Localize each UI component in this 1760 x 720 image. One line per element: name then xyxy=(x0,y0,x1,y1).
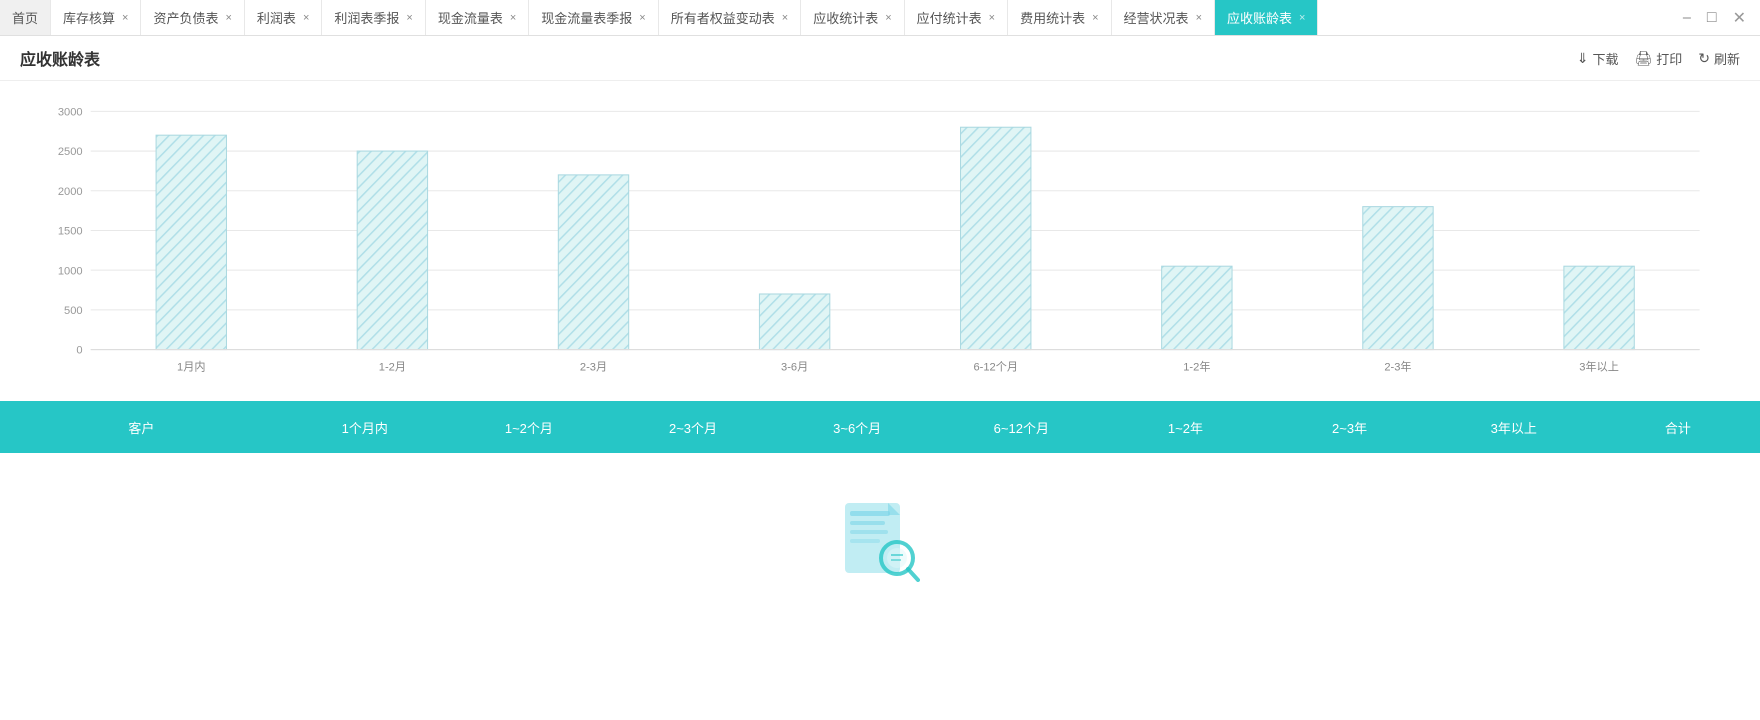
tab-label-expense-stats: 费用统计表 xyxy=(1020,8,1085,27)
refresh-icon: ↻ xyxy=(1698,50,1710,67)
tab-equity[interactable]: 所有者权益变动表 × xyxy=(659,0,801,36)
svg-text:3000: 3000 xyxy=(58,106,83,118)
tab-ar-aging[interactable]: 应收账龄表 × xyxy=(1215,0,1318,36)
page-header: 应收账龄表 ⇓ 下载 🖨 打印 ↻ 刷新 xyxy=(0,36,1760,81)
tab-close-balance[interactable]: × xyxy=(225,12,231,24)
tab-label-inventory: 库存核算 xyxy=(63,8,115,27)
svg-text:500: 500 xyxy=(64,305,83,317)
bar-chart: 0 500 1000 1500 2000 2500 3000 1月内 1-2月 2-3月 3-6月 6… xyxy=(30,101,1730,391)
download-button[interactable]: ⇓ 下载 xyxy=(1577,49,1619,68)
table-body xyxy=(0,453,1760,720)
tab-label-operations: 经营状况表 xyxy=(1124,8,1189,27)
svg-text:6-12个月: 6-12个月 xyxy=(973,360,1018,373)
tab-close-equity[interactable]: × xyxy=(782,12,788,24)
tab-close-profit[interactable]: × xyxy=(303,12,309,24)
tab-home[interactable]: 首页 xyxy=(0,0,51,36)
tab-label-equity: 所有者权益变动表 xyxy=(671,8,775,27)
download-icon: ⇓ xyxy=(1577,50,1589,67)
tab-profit[interactable]: 利润表 × xyxy=(245,0,322,36)
svg-text:1500: 1500 xyxy=(58,226,83,238)
svg-text:3-6月: 3-6月 xyxy=(781,361,808,373)
svg-text:0: 0 xyxy=(76,345,82,357)
tab-payable-stats[interactable]: 应付统计表 × xyxy=(905,0,1008,36)
tab-label-profit: 利润表 xyxy=(257,8,296,27)
tab-label-ar-aging: 应收账龄表 xyxy=(1227,8,1292,27)
tab-bar-actions: ⎯ □ ✕ xyxy=(1669,6,1760,30)
svg-text:1000: 1000 xyxy=(58,265,83,277)
chart-container: 0 500 1000 1500 2000 2500 3000 1月内 1-2月 2-3月 3-6月 6… xyxy=(30,101,1730,391)
table-col-header-0: 客户 xyxy=(0,418,283,437)
svg-text:2-3年: 2-3年 xyxy=(1384,359,1411,373)
table-header: 客户1个月内1~2个月2~3个月3~6个月6~12个月1~2年2~3年3年以上合… xyxy=(0,401,1760,453)
table-col-header-3: 2~3个月 xyxy=(611,418,775,437)
tab-close-payable-stats[interactable]: × xyxy=(989,12,995,24)
table-col-header-8: 3年以上 xyxy=(1432,418,1596,437)
tab-profit-quarterly[interactable]: 利润表季报 × xyxy=(322,0,425,36)
svg-text:3年以上: 3年以上 xyxy=(1579,359,1619,373)
svg-text:2500: 2500 xyxy=(58,146,83,158)
tab-label-cashflow-quarterly: 现金流量表季报 xyxy=(541,8,632,27)
tab-close-cashflow-quarterly[interactable]: × xyxy=(639,12,645,24)
tab-cashflow[interactable]: 现金流量表 × xyxy=(426,0,529,36)
page-wrapper: 应收账龄表 ⇓ 下载 🖨 打印 ↻ 刷新 0 500 1000 1500 2000 250… xyxy=(0,36,1760,720)
refresh-button[interactable]: ↻ 刷新 xyxy=(1698,49,1740,68)
window-minimize-button[interactable]: ⎯ xyxy=(1679,7,1695,29)
page-title: 应收账龄表 xyxy=(20,46,100,70)
table-col-header-9: 合计 xyxy=(1596,418,1760,437)
window-maximize-button[interactable]: □ xyxy=(1703,7,1721,29)
tab-operations[interactable]: 经营状况表 × xyxy=(1112,0,1215,36)
window-close-button[interactable]: ✕ xyxy=(1729,6,1750,30)
svg-text:1-2年: 1-2年 xyxy=(1183,359,1210,373)
print-button[interactable]: 🖨 打印 xyxy=(1634,49,1682,68)
chart-area: 0 500 1000 1500 2000 2500 3000 1月内 1-2月 2-3月 3-6月 6… xyxy=(0,81,1760,401)
tab-close-cashflow[interactable]: × xyxy=(510,12,516,24)
svg-text:1-2月: 1-2月 xyxy=(379,361,406,373)
svg-text:2000: 2000 xyxy=(58,186,83,198)
tab-balance[interactable]: 资产负债表 × xyxy=(141,0,244,36)
table-col-header-7: 2~3年 xyxy=(1268,418,1432,437)
tab-receivable-stats[interactable]: 应收统计表 × xyxy=(801,0,904,36)
tab-close-operations[interactable]: × xyxy=(1196,12,1202,24)
empty-illustration-icon xyxy=(825,493,935,593)
tab-bar: 首页库存核算×资产负债表×利润表×利润表季报×现金流量表×现金流量表季报×所有者… xyxy=(0,0,1760,36)
table-col-header-1: 1个月内 xyxy=(283,418,447,437)
table-col-header-5: 6~12个月 xyxy=(939,418,1103,437)
table-col-header-6: 1~2年 xyxy=(1103,418,1267,437)
page-actions: ⇓ 下载 🖨 打印 ↻ 刷新 xyxy=(1577,49,1740,68)
tab-close-ar-aging[interactable]: × xyxy=(1299,12,1305,24)
svg-text:1月内: 1月内 xyxy=(177,359,205,373)
tab-expense-stats[interactable]: 费用统计表 × xyxy=(1008,0,1111,36)
tab-label-profit-quarterly: 利润表季报 xyxy=(334,8,399,27)
tab-close-inventory[interactable]: × xyxy=(122,12,128,24)
tab-label-payable-stats: 应付统计表 xyxy=(917,8,982,27)
table-col-header-4: 3~6个月 xyxy=(775,418,939,437)
tab-close-expense-stats[interactable]: × xyxy=(1092,12,1098,24)
svg-text:2-3月: 2-3月 xyxy=(580,361,607,373)
table-col-header-2: 1~2个月 xyxy=(447,418,611,437)
tab-label-receivable-stats: 应收统计表 xyxy=(813,8,878,27)
tab-inventory[interactable]: 库存核算 × xyxy=(51,0,141,36)
tab-cashflow-quarterly[interactable]: 现金流量表季报 × xyxy=(529,0,658,36)
tab-close-receivable-stats[interactable]: × xyxy=(885,12,891,24)
tab-close-profit-quarterly[interactable]: × xyxy=(406,12,412,24)
print-icon: 🖨 xyxy=(1634,50,1652,67)
empty-state xyxy=(825,493,935,593)
tab-label-home: 首页 xyxy=(12,8,38,27)
tab-label-cashflow: 现金流量表 xyxy=(438,8,503,27)
tab-label-balance: 资产负债表 xyxy=(153,8,218,27)
